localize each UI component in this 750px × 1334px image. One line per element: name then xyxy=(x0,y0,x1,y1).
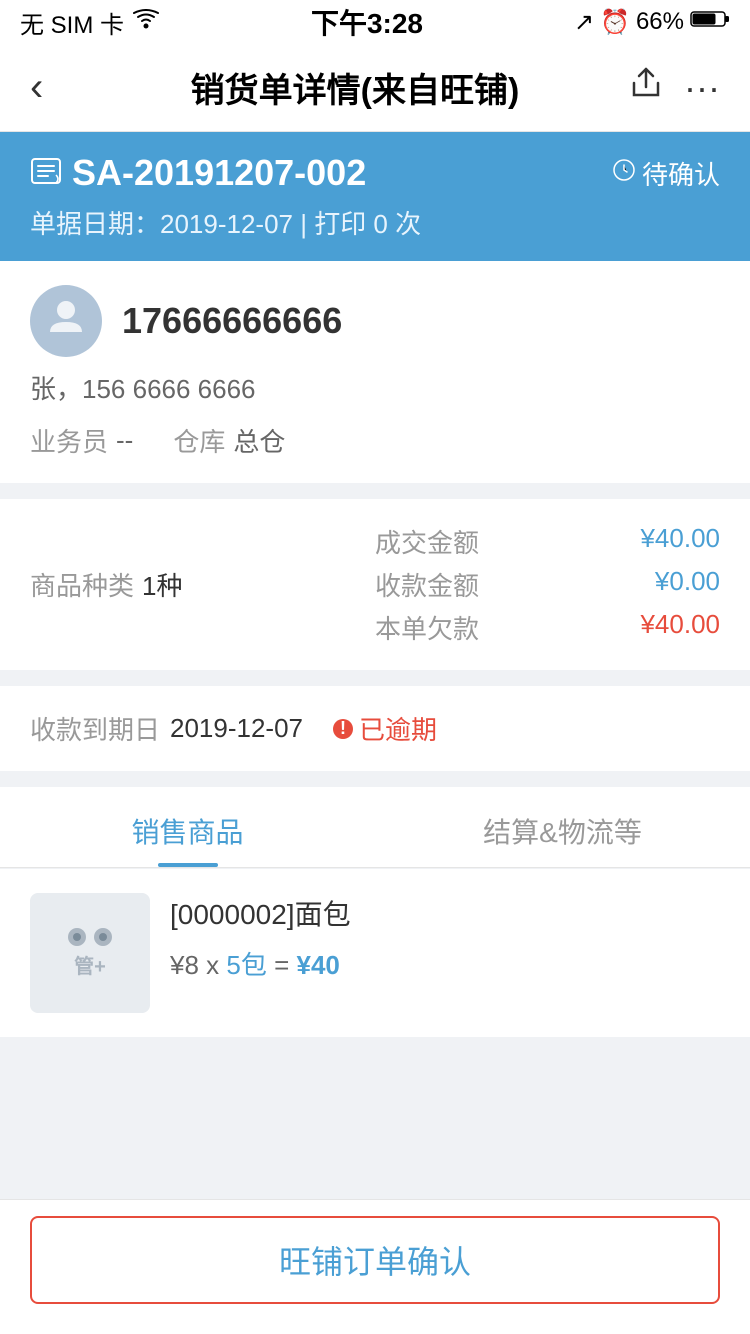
battery-text: 66% xyxy=(636,8,684,36)
type-label: 商品种类 xyxy=(30,566,134,603)
sales-meta: 业务员 -- xyxy=(30,422,133,459)
amount-row-1: 成交金额 ¥40.00 xyxy=(375,523,720,560)
due-date-value: 2019-12-07 xyxy=(170,713,303,744)
customer-phone: 17666666666 xyxy=(122,300,342,342)
page-title: 销货单详情(来自旺铺) xyxy=(90,63,620,112)
owl-eye-right xyxy=(94,928,112,946)
carrier-text: 无 SIM 卡 xyxy=(20,5,124,40)
location-icon: ↗ xyxy=(574,8,594,37)
product-thumbnail: 管+ xyxy=(30,893,150,1013)
tab-bar: 销售商品 结算&物流等 xyxy=(0,787,750,868)
summary-card: 商品种类 1种 成交金额 ¥40.00 收款金额 ¥0.00 本单欠款 ¥40.… xyxy=(0,499,750,670)
status-carrier: 无 SIM 卡 xyxy=(20,5,160,40)
brand-text: 管+ xyxy=(74,950,106,979)
due-date-section: 收款到期日 2019-12-07 ! 已逾期 xyxy=(0,686,750,771)
sales-value: -- xyxy=(116,425,133,456)
status-right: ↗ ⏰ 66% xyxy=(574,8,730,37)
amount-row-2: 收款金额 ¥0.00 xyxy=(375,566,720,603)
amount-row-3: 本单欠款 ¥40.00 xyxy=(375,609,720,646)
overdue-dot-icon: ! xyxy=(333,719,353,739)
confirm-button-label: 旺铺订单确认 xyxy=(279,1237,471,1283)
customer-row: 17666666666 xyxy=(30,285,720,357)
order-id-icon xyxy=(30,152,62,194)
more-icon[interactable]: ··· xyxy=(684,67,720,109)
debt-label: 本单欠款 xyxy=(375,609,479,646)
product-thumb-inner: 管+ xyxy=(68,928,112,979)
product-total: ¥40 xyxy=(296,950,339,980)
received-value: ¥0.00 xyxy=(655,566,720,603)
warehouse-meta: 仓库 总仓 xyxy=(173,422,285,459)
status-text: 待确认 xyxy=(642,155,720,192)
product-price: ¥8 x 5包 = ¥40 xyxy=(170,945,720,982)
warehouse-label: 仓库 xyxy=(173,422,225,459)
overdue-badge: ! 已逾期 xyxy=(323,706,447,751)
due-label: 收款到期日 xyxy=(30,710,160,747)
customer-name: 张，156 6666 6666 xyxy=(30,369,720,406)
debt-value: ¥40.00 xyxy=(640,609,720,646)
status-bar: 无 SIM 卡 下午3:28 ↗ ⏰ 66% xyxy=(0,0,750,44)
share-icon[interactable] xyxy=(628,65,664,110)
warehouse-value: 总仓 xyxy=(233,422,285,459)
clock-icon xyxy=(612,158,636,189)
owl-eye-left xyxy=(68,928,86,946)
battery-icon xyxy=(690,8,730,36)
amounts: 成交金额 ¥40.00 收款金额 ¥0.00 本单欠款 ¥40.00 xyxy=(375,523,720,646)
customer-meta: 业务员 -- 仓库 总仓 xyxy=(30,422,720,459)
back-button[interactable]: ‹ xyxy=(30,65,90,110)
type-value: 1种 xyxy=(142,566,182,603)
status-time: 下午3:28 xyxy=(311,2,423,42)
bottom-action-area: 旺铺订单确认 xyxy=(0,1199,750,1334)
user-icon xyxy=(44,294,88,348)
avatar xyxy=(30,285,102,357)
amount-value: ¥40.00 xyxy=(640,523,720,560)
tab-products[interactable]: 销售商品 xyxy=(0,787,375,867)
amount-label: 成交金额 xyxy=(375,523,479,560)
order-header: SA-20191207-002 待确认 单据日期：2019-12-07 | 打印… xyxy=(0,132,750,261)
product-info: [0000002]面包 ¥8 x 5包 = ¥40 xyxy=(170,893,720,982)
price-value: ¥8 xyxy=(170,950,199,980)
product-name: [0000002]面包 xyxy=(170,893,720,933)
product-type: 商品种类 1种 xyxy=(30,523,375,646)
product-qty: 5包 xyxy=(226,950,266,980)
wifi-icon xyxy=(132,8,160,36)
owl-eyes xyxy=(68,928,112,946)
product-list: 管+ [0000002]面包 ¥8 x 5包 = ¥40 xyxy=(0,869,750,1037)
order-date: 单据日期：2019-12-07 | 打印 0 次 xyxy=(30,204,720,241)
tab-settlement[interactable]: 结算&物流等 xyxy=(375,787,750,867)
order-id: SA-20191207-002 xyxy=(30,152,366,194)
alarm-icon: ⏰ xyxy=(600,8,630,37)
nav-actions: ··· xyxy=(620,65,720,110)
order-status: 待确认 xyxy=(612,155,720,192)
overdue-text: 已逾期 xyxy=(359,710,437,747)
confirm-order-button[interactable]: 旺铺订单确认 xyxy=(30,1216,720,1304)
product-item: 管+ [0000002]面包 ¥8 x 5包 = ¥40 xyxy=(0,869,750,1037)
received-label: 收款金额 xyxy=(375,566,479,603)
customer-card: 17666666666 张，156 6666 6666 业务员 -- 仓库 总仓 xyxy=(0,261,750,483)
summary-section: 商品种类 1种 成交金额 ¥40.00 收款金额 ¥0.00 本单欠款 ¥40.… xyxy=(0,499,750,670)
nav-bar: ‹ 销货单详情(来自旺铺) ··· xyxy=(0,44,750,132)
sales-label: 业务员 xyxy=(30,422,108,459)
